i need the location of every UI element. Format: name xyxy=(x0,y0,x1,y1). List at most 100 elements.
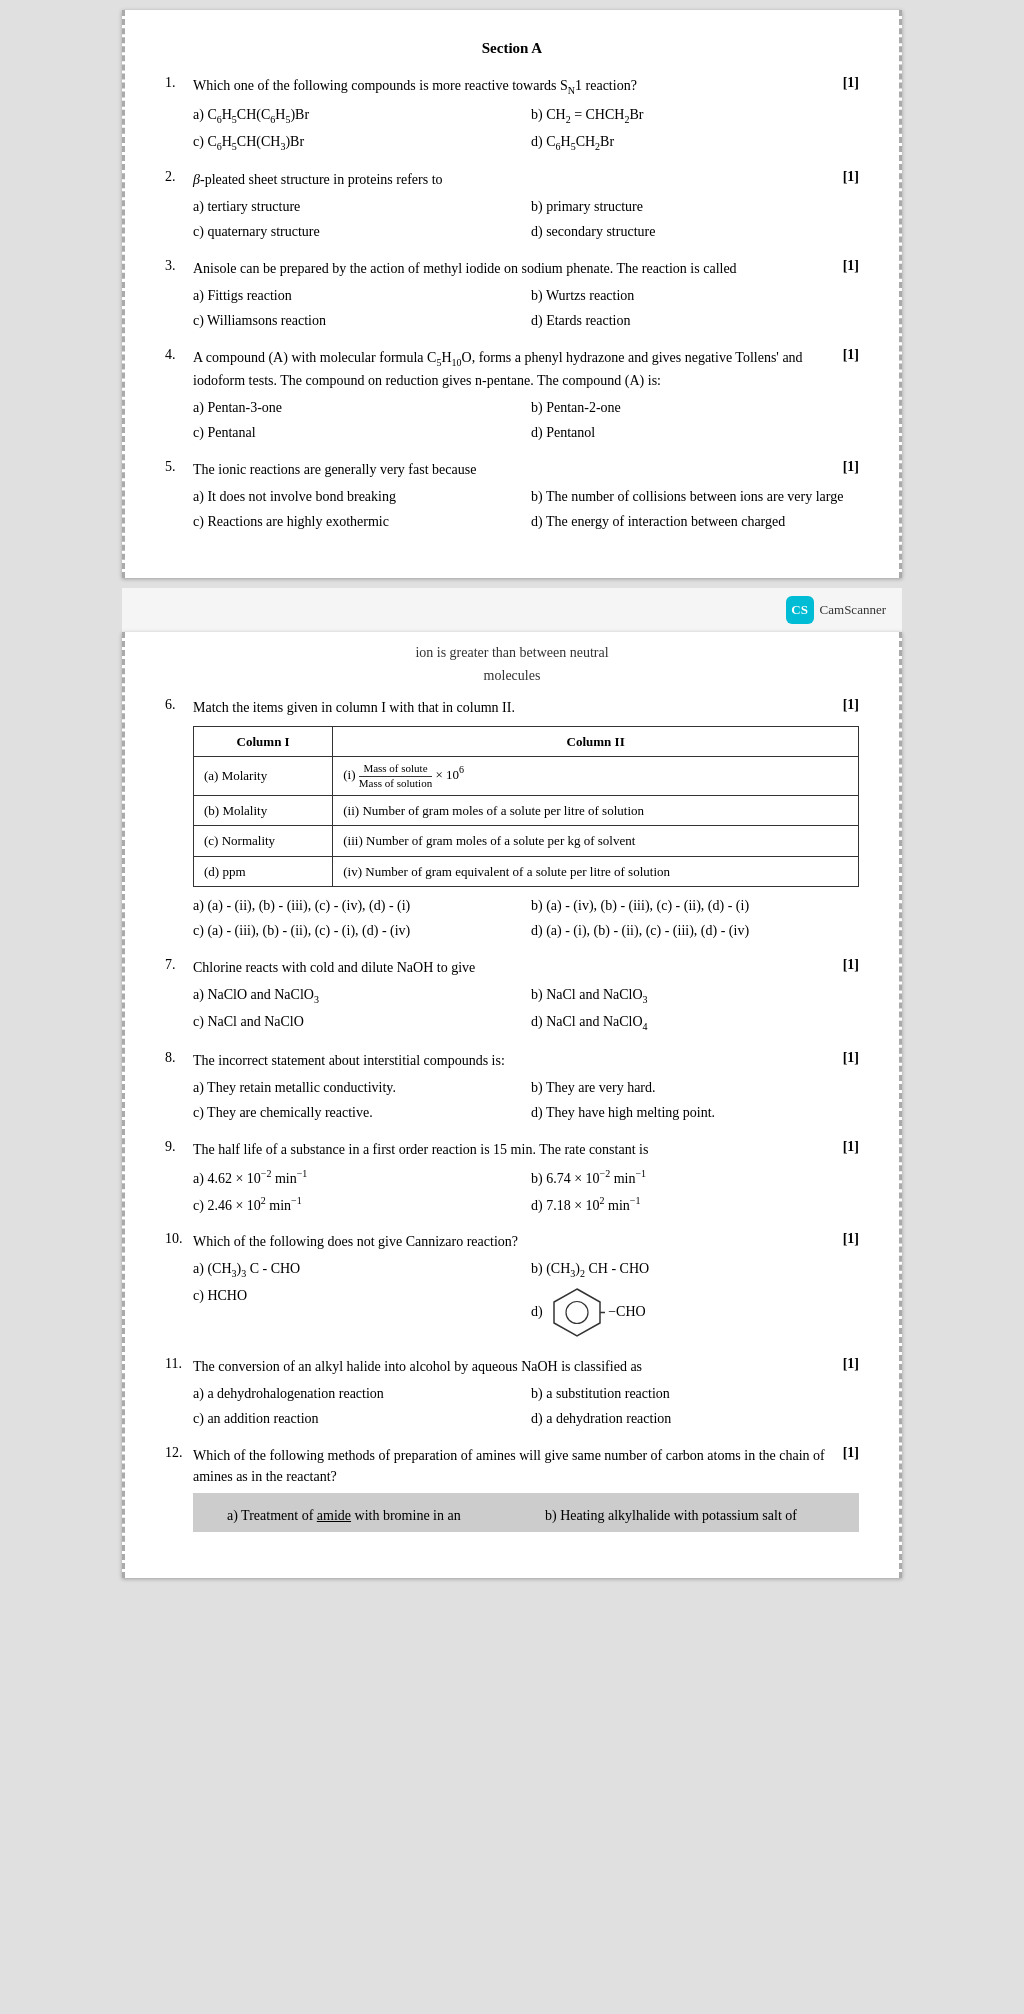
option-item: a) (CH3)3 C - CHO xyxy=(193,1258,521,1281)
option-item: c) an addition reaction xyxy=(193,1408,521,1429)
table-row: (a) Molarity xyxy=(194,757,333,795)
question-10: 10. Which of the following does not give… xyxy=(165,1231,859,1340)
option-item: a) It does not involve bond breaking xyxy=(193,486,521,507)
option-item: c) C6H5CH(CH3)Br xyxy=(193,131,521,154)
option-item: c) Williamsons reaction xyxy=(193,310,521,331)
q6-num: 6. xyxy=(165,697,193,713)
q8-text: The incorrect statement about interstiti… xyxy=(193,1050,833,1071)
q6-text: Match the items given in column I with t… xyxy=(193,697,833,718)
page-2: ion is greater than between neutralmolec… xyxy=(122,632,902,1578)
q4-text: A compound (A) with molecular formula C5… xyxy=(193,347,833,391)
option-item: c) 2.46 × 102 min−1 xyxy=(193,1193,521,1216)
q4-options: a) Pentan-3-one b) Pentan-2-one c) Penta… xyxy=(193,397,859,443)
table-row: (c) Normality xyxy=(194,826,333,857)
table-row: (i) Mass of soluteMass of solution × 106 xyxy=(333,757,859,795)
option-item: b) They are very hard. xyxy=(531,1077,859,1098)
question-8: 8. The incorrect statement about interst… xyxy=(165,1050,859,1123)
table-row: (iv) Number of gram equivalent of a solu… xyxy=(333,856,859,887)
continuation-text: ion is greater than between neutralmolec… xyxy=(165,642,859,687)
question-12: 12. Which of the following methods of pr… xyxy=(165,1445,859,1532)
option-item: a) Fittigs reaction xyxy=(193,285,521,306)
q2-text: β-pleated sheet structure in proteins re… xyxy=(193,169,833,190)
option-item: a) (a) - (ii), (b) - (iii), (c) - (iv), … xyxy=(193,895,521,916)
question-11: 11. The conversion of an alkyl halide in… xyxy=(165,1356,859,1429)
q8-num: 8. xyxy=(165,1050,193,1066)
table-row: (d) ppm xyxy=(194,856,333,887)
option-item: c) HCHO xyxy=(193,1285,521,1340)
col2-header: Column II xyxy=(333,726,859,757)
q6-options: a) (a) - (ii), (b) - (iii), (c) - (iv), … xyxy=(193,895,859,941)
option-item: b) CH2 = CHCH2Br xyxy=(531,104,859,127)
option-item: a) a dehydrohalogenation reaction xyxy=(193,1383,521,1404)
camscanner-label: CamScanner xyxy=(820,602,886,618)
q11-text: The conversion of an alkyl halide into a… xyxy=(193,1356,833,1377)
q12-marks: [1] xyxy=(843,1445,859,1461)
option-item: d) secondary structure xyxy=(531,221,859,242)
option-item: d) −CHO xyxy=(531,1285,859,1340)
q3-num: 3. xyxy=(165,258,193,274)
option-item: c) Reactions are highly exothermic xyxy=(193,511,521,532)
svg-point-1 xyxy=(566,1302,588,1324)
question-6: 6. Match the items given in column I wit… xyxy=(165,697,859,941)
q7-marks: [1] xyxy=(843,957,859,973)
q1-num: 1. xyxy=(165,75,193,91)
section-title: Section A xyxy=(165,40,859,57)
option-item: b) Heating alkylhalide with potassium sa… xyxy=(545,1505,853,1526)
q3-text: Anisole can be prepared by the action of… xyxy=(193,258,833,279)
q5-marks: [1] xyxy=(843,459,859,475)
option-item: c) Pentanal xyxy=(193,422,521,443)
option-item: d) Pentanol xyxy=(531,422,859,443)
q1-marks: [1] xyxy=(843,75,859,91)
option-item: d) (a) - (i), (b) - (ii), (c) - (iii), (… xyxy=(531,920,859,941)
q8-marks: [1] xyxy=(843,1050,859,1066)
table-row: (iii) Number of gram moles of a solute p… xyxy=(333,826,859,857)
camscanner-logo: CS CamScanner xyxy=(786,596,886,624)
q6-marks: [1] xyxy=(843,697,859,713)
q11-marks: [1] xyxy=(843,1356,859,1372)
q3-marks: [1] xyxy=(843,258,859,274)
option-item: b) Pentan-2-one xyxy=(531,397,859,418)
option-item: d) 7.18 × 102 min−1 xyxy=(531,1193,859,1216)
table-row: (ii) Number of gram moles of a solute pe… xyxy=(333,795,859,826)
col1-header: Column I xyxy=(194,726,333,757)
match-table: Column I Column II (a) Molarity (i) Mass… xyxy=(193,726,859,887)
table-row: (b) Molality xyxy=(194,795,333,826)
q3-options: a) Fittigs reaction b) Wurtzs reaction c… xyxy=(193,285,859,331)
option-item: c) They are chemically reactive. xyxy=(193,1102,521,1123)
option-item: c) quaternary structure xyxy=(193,221,521,242)
q5-options: a) It does not involve bond breaking b) … xyxy=(193,486,859,532)
q12-num: 12. xyxy=(165,1445,193,1461)
option-item: a) NaClO and NaClO3 xyxy=(193,984,521,1007)
q9-num: 9. xyxy=(165,1139,193,1155)
q8-options: a) They retain metallic conductivity. b)… xyxy=(193,1077,859,1123)
q10-options: a) (CH3)3 C - CHO b) (CH3)2 CH - CHO c) … xyxy=(193,1258,859,1340)
q10-text: Which of the following does not give Can… xyxy=(193,1231,833,1252)
question-3: 3. Anisole can be prepared by the action… xyxy=(165,258,859,331)
option-item: b) (CH3)2 CH - CHO xyxy=(531,1258,859,1281)
option-item: b) The number of collisions between ions… xyxy=(531,486,859,507)
option-item: d) The energy of interaction between cha… xyxy=(531,511,859,532)
question-5: 5. The ionic reactions are generally ver… xyxy=(165,459,859,532)
option-item: a) They retain metallic conductivity. xyxy=(193,1077,521,1098)
option-item: c) (a) - (iii), (b) - (ii), (c) - (i), (… xyxy=(193,920,521,941)
q2-options: a) tertiary structure b) primary structu… xyxy=(193,196,859,242)
q7-text: Chlorine reacts with cold and dilute NaO… xyxy=(193,957,833,978)
option-item: a) tertiary structure xyxy=(193,196,521,217)
option-item: d) a dehydration reaction xyxy=(531,1408,859,1429)
option-item: b) primary structure xyxy=(531,196,859,217)
q4-marks: [1] xyxy=(843,347,859,363)
option-item: b) a substitution reaction xyxy=(531,1383,859,1404)
q9-options: a) 4.62 × 10−2 min−1 b) 6.74 × 10−2 min−… xyxy=(193,1166,859,1215)
question-1: 1. Which one of the following compounds … xyxy=(165,75,859,153)
benzene-ring-svg xyxy=(550,1285,605,1340)
q10-num: 10. xyxy=(165,1231,193,1247)
page-1: Section A 1. Which one of the following … xyxy=(122,10,902,578)
q11-num: 11. xyxy=(165,1356,193,1372)
q4-num: 4. xyxy=(165,347,193,363)
q7-num: 7. xyxy=(165,957,193,973)
q12-text: Which of the following methods of prepar… xyxy=(193,1445,833,1487)
option-item: a) Treatment of amide with bromine in an xyxy=(227,1505,535,1526)
question-9: 9. The half life of a substance in a fir… xyxy=(165,1139,859,1215)
q9-text: The half life of a substance in a first … xyxy=(193,1139,833,1160)
option-item: b) (a) - (iv), (b) - (iii), (c) - (ii), … xyxy=(531,895,859,916)
